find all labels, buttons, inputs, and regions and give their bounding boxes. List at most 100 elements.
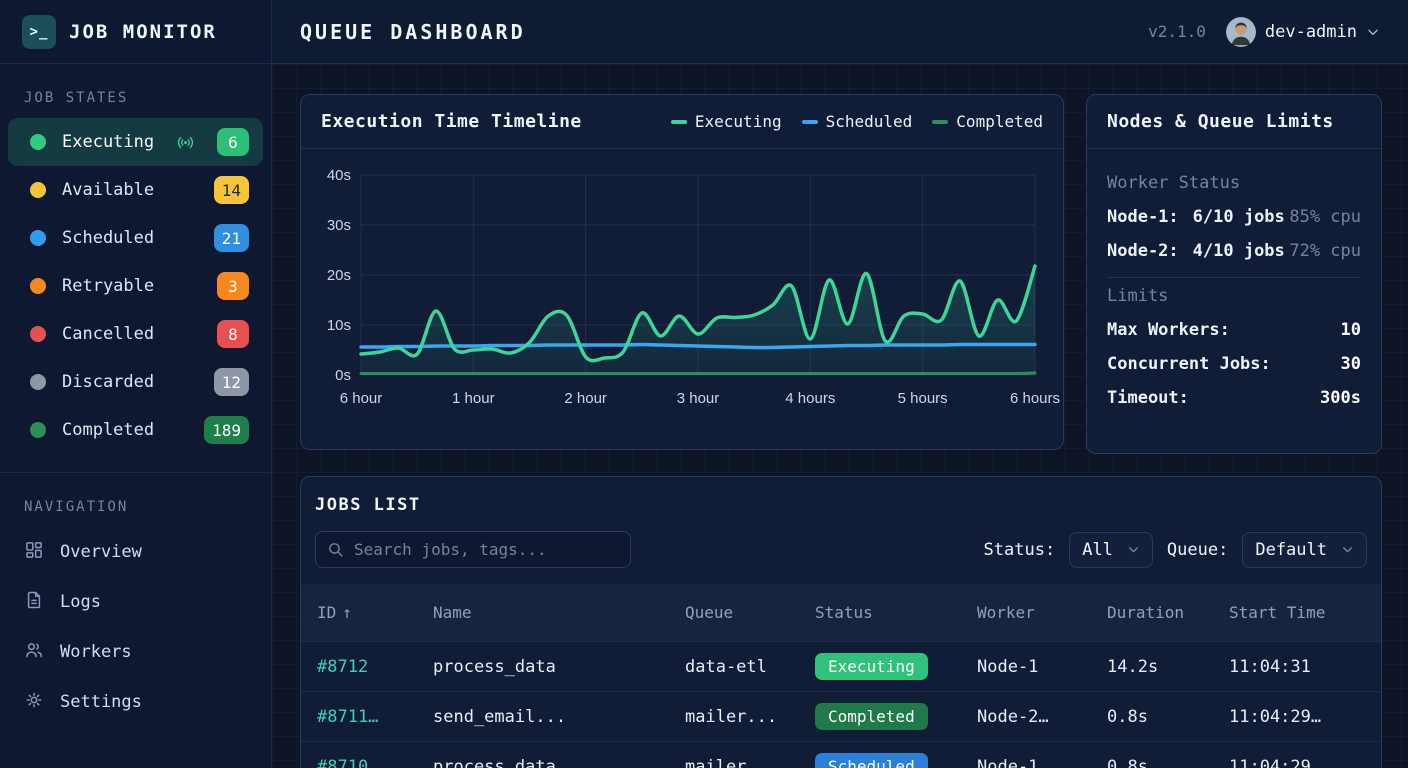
job-start-time: 11:04:29 bbox=[1229, 756, 1311, 768]
job-worker: Node-1 bbox=[977, 756, 1039, 768]
column-header-status[interactable]: Status bbox=[815, 603, 977, 622]
job-name: send_email... bbox=[433, 706, 567, 727]
sidebar-item-available[interactable]: Available 14 bbox=[8, 166, 263, 214]
navigation-section-label: NAVIGATION bbox=[24, 499, 129, 515]
queue-filter-select[interactable]: Default bbox=[1242, 531, 1367, 568]
state-dot bbox=[30, 230, 46, 246]
column-header-worker[interactable]: Worker bbox=[977, 603, 1107, 622]
svg-text:20s: 20s bbox=[327, 267, 351, 284]
job-duration: 14.2s bbox=[1107, 656, 1159, 677]
svg-text:3 hour: 3 hour bbox=[677, 390, 720, 407]
state-count-badge: 6 bbox=[217, 128, 249, 156]
job-id-link[interactable]: #8711… bbox=[317, 707, 433, 727]
node-cpu: 72% cpu bbox=[1289, 241, 1361, 261]
worker-status-label: Worker Status bbox=[1107, 173, 1241, 193]
svg-text:2 hour: 2 hour bbox=[564, 390, 607, 407]
username: dev-admin bbox=[1264, 21, 1357, 42]
state-label: Scheduled bbox=[62, 228, 155, 248]
main-column: QUEUE DASHBOARD v2.1.0 dev-admin Executi… bbox=[272, 0, 1408, 768]
job-id-link[interactable]: #8712 bbox=[317, 657, 433, 677]
job-duration: 0.8s bbox=[1107, 756, 1148, 768]
column-header-start-time[interactable]: Start Time bbox=[1229, 603, 1381, 622]
job-states-section-label: JOB STATES bbox=[24, 90, 129, 106]
sidebar: >_ JOB MONITOR JOB STATES Executing 6 Av… bbox=[0, 0, 272, 768]
state-count-badge: 12 bbox=[213, 368, 249, 396]
state-label: Executing bbox=[62, 132, 155, 152]
users-icon bbox=[24, 640, 44, 664]
chart-legend: Executing Scheduled Completed bbox=[670, 112, 1043, 131]
sidebar-item-completed[interactable]: Completed 189 bbox=[8, 406, 263, 454]
sidebar-item-workers[interactable]: Workers bbox=[0, 627, 271, 677]
user-menu[interactable]: dev-admin bbox=[1225, 16, 1380, 47]
broadcast-icon bbox=[176, 133, 195, 152]
state-count-badge: 14 bbox=[213, 176, 249, 204]
jobs-list-title: JOBS LIST bbox=[315, 495, 421, 515]
svg-text:6 hour: 6 hour bbox=[340, 390, 383, 407]
column-header-name[interactable]: Name bbox=[433, 603, 685, 622]
table-row[interactable]: #8712 process_data data-etl Executing No… bbox=[301, 641, 1381, 691]
legend-swatch bbox=[801, 119, 818, 124]
sidebar-item-scheduled[interactable]: Scheduled 21 bbox=[8, 214, 263, 262]
table-row[interactable]: #8711… send_email... mailer... Completed… bbox=[301, 691, 1381, 741]
state-dot bbox=[30, 134, 46, 150]
gear-icon bbox=[24, 690, 44, 714]
limit-value: 300s bbox=[1320, 388, 1361, 408]
file-icon bbox=[24, 590, 44, 614]
state-dot bbox=[30, 182, 46, 198]
sidebar-item-cancelled[interactable]: Cancelled 8 bbox=[8, 310, 263, 358]
column-header-queue[interactable]: Queue bbox=[685, 603, 815, 622]
timeline-title: Execution Time Timeline bbox=[321, 111, 582, 132]
terminal-logo-icon: >_ bbox=[22, 14, 56, 49]
legend-item-executing[interactable]: Executing bbox=[670, 112, 782, 131]
sidebar-item-discarded[interactable]: Discarded 12 bbox=[8, 358, 263, 406]
sidebar-item-logs[interactable]: Logs bbox=[0, 577, 271, 627]
job-queue: data-etl bbox=[685, 656, 767, 677]
status-filter-value: All bbox=[1082, 539, 1113, 560]
table-row[interactable]: #8710 process_data mailer Scheduled Node… bbox=[301, 741, 1381, 768]
column-header-id[interactable]: ID ↑ bbox=[317, 603, 433, 622]
nav-label: Logs bbox=[60, 592, 101, 612]
queue-filter-value: Default bbox=[1255, 539, 1327, 560]
state-dot bbox=[30, 278, 46, 294]
dashboard-icon bbox=[24, 540, 44, 564]
job-name: process_data bbox=[433, 656, 556, 677]
limit-row: Timeout: 300s bbox=[1107, 388, 1361, 408]
sidebar-item-retryable[interactable]: Retryable 3 bbox=[8, 262, 263, 310]
job-name: process_data bbox=[433, 756, 556, 768]
limit-row: Max Workers: 10 bbox=[1107, 320, 1361, 340]
job-queue: mailer... bbox=[685, 706, 778, 727]
status-filter-select[interactable]: All bbox=[1069, 531, 1153, 568]
svg-text:1 hour: 1 hour bbox=[452, 390, 495, 407]
job-worker: Node-2… bbox=[977, 706, 1049, 727]
limit-name: Concurrent Jobs: bbox=[1107, 354, 1271, 374]
svg-text:4 hours: 4 hours bbox=[785, 390, 835, 407]
avatar bbox=[1225, 16, 1256, 47]
svg-text:6 hours: 6 hours bbox=[1010, 390, 1060, 407]
queue-filter-label: Queue: bbox=[1166, 539, 1229, 560]
sidebar-item-overview[interactable]: Overview bbox=[0, 527, 271, 577]
state-label: Completed bbox=[62, 420, 155, 440]
job-id-link[interactable]: #8710 bbox=[317, 757, 433, 768]
limit-row: Concurrent Jobs: 30 bbox=[1107, 354, 1361, 374]
search-box bbox=[315, 531, 631, 568]
state-count-badge: 3 bbox=[217, 272, 249, 300]
nodes-card-header: Nodes & Queue Limits bbox=[1087, 95, 1381, 149]
jobs-list-card: JOBS LIST Status: All bbox=[300, 476, 1382, 768]
jobs-table: ID ↑ Name Queue Status Worker Duration St… bbox=[301, 584, 1381, 768]
sidebar-item-executing[interactable]: Executing 6 bbox=[8, 118, 263, 166]
sidebar-item-settings[interactable]: Settings bbox=[0, 677, 271, 727]
search-input[interactable] bbox=[315, 531, 631, 568]
state-label: Retryable bbox=[62, 276, 155, 296]
state-count-badge: 8 bbox=[217, 320, 249, 348]
job-queue: mailer bbox=[685, 756, 747, 768]
column-header-duration[interactable]: Duration bbox=[1107, 603, 1229, 622]
svg-text:5 hours: 5 hours bbox=[898, 390, 948, 407]
legend-item-completed[interactable]: Completed bbox=[932, 112, 1043, 131]
state-label: Cancelled bbox=[62, 324, 155, 344]
legend-item-scheduled[interactable]: Scheduled bbox=[801, 112, 912, 131]
content-area: Execution Time Timeline Executing Schedu… bbox=[272, 64, 1408, 768]
legend-swatch bbox=[670, 119, 687, 124]
timeline-card: Execution Time Timeline Executing Schedu… bbox=[300, 94, 1064, 450]
state-dot bbox=[30, 326, 46, 342]
status-badge: Completed bbox=[815, 703, 928, 730]
